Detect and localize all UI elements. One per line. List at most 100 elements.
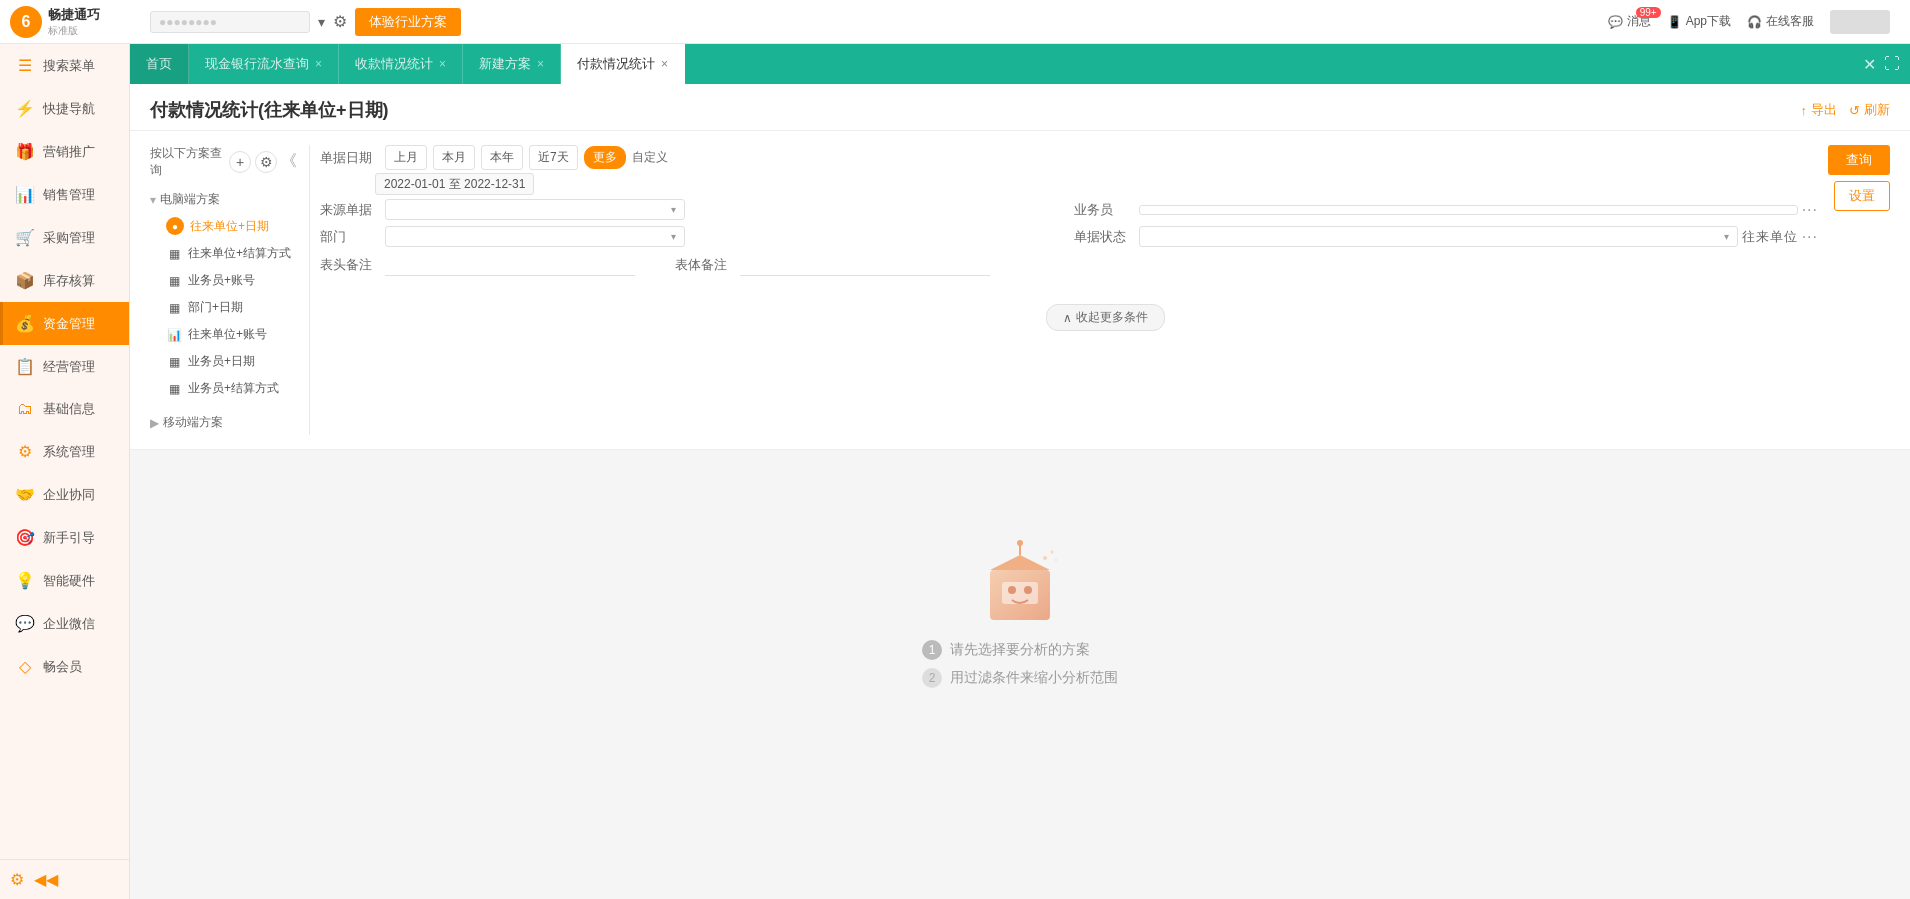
scheme-unit-settle[interactable]: ▦ 往来单位+结算方式 [150, 240, 297, 267]
mobile-section-arrow[interactable]: ▶ [150, 416, 159, 430]
sidebar-item-wechat[interactable]: 💬 企业微信 [0, 602, 129, 645]
dept-select[interactable]: ▾ [385, 226, 685, 247]
scheme-unit-account-label: 往来单位+账号 [188, 326, 267, 343]
empty-icon [960, 530, 1080, 630]
tab-bank-flow-label: 现金银行流水查询 [205, 55, 309, 73]
source-label: 来源单据 [320, 201, 375, 219]
sidebar-item-smart-hw[interactable]: 💡 智能硬件 [0, 559, 129, 602]
pc-section-arrow[interactable]: ▾ [150, 193, 156, 207]
empty-hint-2: 2 用过滤条件来缩小分析范围 [922, 668, 1118, 688]
tab-payment-stats[interactable]: 付款情况统计 × [561, 44, 685, 84]
counterpart-more-btn[interactable]: ··· [1802, 228, 1818, 246]
mobile-section: ▶ 移动端方案 [150, 410, 297, 435]
sidebar-item-sales[interactable]: 📊 销售管理 [0, 173, 129, 216]
sidebar-item-purchase[interactable]: 🛒 采购管理 [0, 216, 129, 259]
sidebar-item-enterprise[interactable]: 🤝 企业协同 [0, 473, 129, 516]
scheme-staff-date-label: 业务员+日期 [188, 353, 255, 370]
header-gear-btn[interactable]: ⚙ [333, 12, 347, 31]
system-icon: ⚙ [15, 442, 35, 461]
scheme-unit-date[interactable]: ● 往来单位+日期 [150, 212, 297, 240]
tab-new-scheme-close[interactable]: × [537, 57, 544, 71]
tab-payment-stats-label: 付款情况统计 [577, 55, 655, 73]
tab-new-scheme[interactable]: 新建方案 × [463, 44, 561, 84]
collapse-chevron-icon: ∧ [1063, 311, 1072, 325]
sidebar-collapse-btn[interactable]: ◀◀ [34, 870, 58, 889]
hint-text-1: 请先选择要分析的方案 [950, 641, 1090, 659]
scheme-dept-date[interactable]: ▦ 部门+日期 [150, 294, 297, 321]
app-download-btn[interactable]: 📱 App下载 [1667, 13, 1731, 30]
scheme-add-btn[interactable]: + [229, 151, 251, 173]
voucher-status-label: 单据状态 [1074, 228, 1129, 246]
body-note-input[interactable] [740, 253, 990, 276]
filter-settings-btn[interactable]: 设置 [1834, 181, 1890, 211]
sidebar-label-vip: 畅会员 [43, 658, 82, 676]
salesperson-more-btn[interactable]: ··· [1802, 201, 1818, 219]
filter-panel: 按以下方案查询 + ⚙ 《 ▾ [130, 131, 1910, 450]
scheme-staff-date[interactable]: ▦ 业务员+日期 [150, 348, 297, 375]
scheme-staff-account-label: 业务员+账号 [188, 272, 255, 289]
salesperson-select[interactable] [1139, 205, 1798, 215]
messages-badge: 99+ [1636, 7, 1661, 18]
salesperson-label: 业务员 [1074, 201, 1129, 219]
collapse-more-btn[interactable]: ∧ 收起更多条件 [1046, 304, 1165, 331]
source-select[interactable]: ▾ [385, 199, 685, 220]
scheme-collapse-btn[interactable]: 《 [281, 151, 297, 173]
top-header: 6 畅捷通巧 标准版 ●●●●●●●● ▾ ⚙ 体验行业方案 💬 消息 99+ … [0, 0, 1910, 44]
scheme-staff-account[interactable]: ▦ 业务员+账号 [150, 267, 297, 294]
date-last-7days-btn[interactable]: 近7天 [529, 145, 578, 170]
svg-rect-2 [1002, 582, 1038, 604]
date-options: 上月 本月 本年 近7天 更多 自定义 [385, 145, 668, 170]
date-label: 单据日期 [320, 149, 375, 167]
date-range-input[interactable]: 2022-01-01 至 2022-12-31 [375, 173, 534, 195]
header-note-input[interactable] [385, 253, 635, 276]
tab-bank-flow-close[interactable]: × [315, 57, 322, 71]
export-btn[interactable]: ↑ 导出 [1801, 101, 1838, 119]
sidebar-item-guide[interactable]: 🎯 新手引导 [0, 516, 129, 559]
header-right: 💬 消息 99+ 📱 App下载 🎧 在线客服 [1608, 10, 1900, 34]
query-btn[interactable]: 查询 [1828, 145, 1890, 175]
scheme-actions: + ⚙ 《 [229, 151, 297, 173]
sidebar-settings-btn[interactable]: ⚙ [10, 870, 24, 889]
address-dropdown-btn[interactable]: ▾ [318, 14, 325, 30]
sidebar-item-system[interactable]: ⚙ 系统管理 [0, 430, 129, 473]
hint-num-2: 2 [922, 668, 942, 688]
mobile-section-title: ▶ 移动端方案 [150, 410, 297, 435]
sidebar-item-quick-nav[interactable]: ⚡ 快捷导航 [0, 87, 129, 130]
source-arrow-icon: ▾ [671, 204, 676, 215]
date-this-month-btn[interactable]: 本月 [433, 145, 475, 170]
sidebar-label-finance: 资金管理 [43, 315, 95, 333]
tab-home[interactable]: 首页 [130, 44, 189, 84]
scheme-panel-header: 按以下方案查询 + ⚙ 《 [150, 145, 297, 179]
messages-btn[interactable]: 💬 消息 99+ [1608, 13, 1651, 30]
sidebar-item-finance[interactable]: 💰 资金管理 [0, 302, 129, 345]
export-label: 导出 [1811, 101, 1837, 119]
hint-num-1: 1 [922, 640, 942, 660]
sidebar-item-vip[interactable]: ◇ 畅会员 [0, 645, 129, 688]
tab-collection-stats[interactable]: 收款情况统计 × [339, 44, 463, 84]
date-this-year-btn[interactable]: 本年 [481, 145, 523, 170]
sidebar-item-inventory[interactable]: 📦 库存核算 [0, 259, 129, 302]
scheme-staff-settle-label: 业务员+结算方式 [188, 380, 279, 397]
sidebar-item-basic-info[interactable]: 🗂 基础信息 [0, 388, 129, 430]
scheme-staff-settle[interactable]: ▦ 业务员+结算方式 [150, 375, 297, 402]
scheme-unit-account[interactable]: 📊 往来单位+账号 [150, 321, 297, 348]
date-last-month-btn[interactable]: 上月 [385, 145, 427, 170]
refresh-btn[interactable]: ↺ 刷新 [1849, 101, 1890, 119]
tab-payment-stats-close[interactable]: × [661, 57, 668, 71]
sidebar-item-marketing[interactable]: 🎁 营销推广 [0, 130, 129, 173]
scheme-settings-btn[interactable]: ⚙ [255, 151, 277, 173]
trial-btn[interactable]: 体验行业方案 [355, 8, 461, 36]
scheme-header-left: 按以下方案查询 [150, 145, 229, 179]
online-service-btn[interactable]: 🎧 在线客服 [1747, 13, 1814, 30]
empty-illustration [960, 530, 1080, 630]
tab-collection-stats-close[interactable]: × [439, 57, 446, 71]
voucher-status-select[interactable]: ▾ [1139, 226, 1738, 247]
sidebar-item-operations[interactable]: 📋 经营管理 [0, 345, 129, 388]
sidebar-item-search-menu[interactable]: ☰ 搜索菜单 [0, 44, 129, 87]
date-more-btn[interactable]: 更多 [584, 146, 626, 169]
scheme-dept-date-label: 部门+日期 [188, 299, 243, 316]
user-avatar[interactable] [1830, 10, 1890, 34]
tab-maximize-btn[interactable]: ⛶ [1884, 55, 1900, 73]
tab-close-all-btn[interactable]: ✕ [1863, 55, 1876, 74]
tab-bank-flow[interactable]: 现金银行流水查询 × [189, 44, 339, 84]
